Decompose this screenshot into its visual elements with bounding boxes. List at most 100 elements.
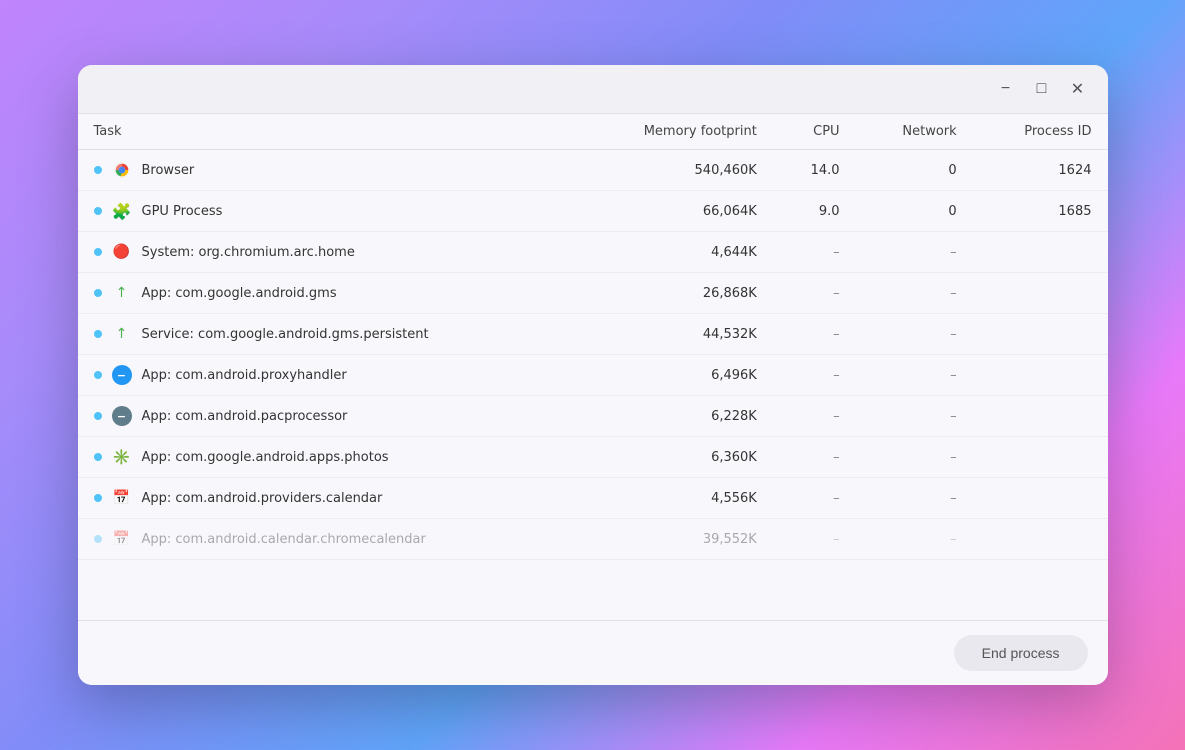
task-name: System: org.chromium.arc.home: [142, 245, 355, 260]
task-icon: 📅: [112, 488, 132, 508]
task-cell: 🔴 System: org.chromium.arc.home: [78, 232, 576, 273]
task-name: App: com.android.proxyhandler: [142, 368, 347, 383]
pid-cell: [973, 314, 1108, 355]
task-cell: ↑Service: com.google.android.gms.persist…: [78, 314, 576, 355]
status-dot: [94, 371, 102, 379]
status-dot: [94, 330, 102, 338]
status-dot: [94, 248, 102, 256]
task-cell: 🧩 GPU Process: [78, 191, 576, 232]
memory-cell: 6,360K: [576, 437, 773, 478]
column-header-memory[interactable]: Memory footprint: [576, 114, 773, 150]
task-cell: Browser: [78, 150, 576, 191]
pid-cell: 1685: [973, 191, 1108, 232]
end-process-button[interactable]: End process: [954, 635, 1088, 671]
task-icon: −: [112, 406, 132, 426]
task-icon: [112, 160, 132, 180]
column-header-task[interactable]: Task: [78, 114, 576, 150]
cpu-cell: 14.0: [773, 150, 856, 191]
status-dot: [94, 535, 102, 543]
pid-cell: [973, 478, 1108, 519]
pid-cell: 1624: [973, 150, 1108, 191]
pid-cell: [973, 396, 1108, 437]
pid-cell: [973, 519, 1108, 560]
task-icon: 🧩: [112, 201, 132, 221]
network-cell: –: [856, 519, 973, 560]
column-header-network[interactable]: Network: [856, 114, 973, 150]
memory-cell: 26,868K: [576, 273, 773, 314]
memory-cell: 4,556K: [576, 478, 773, 519]
table-row[interactable]: ↑Service: com.google.android.gms.persist…: [78, 314, 1108, 355]
maximize-button[interactable]: □: [1028, 75, 1056, 103]
task-name: Browser: [142, 163, 195, 178]
status-dot: [94, 412, 102, 420]
task-cell: ✳️ App: com.google.android.apps.photos: [78, 437, 576, 478]
task-name: GPU Process: [142, 204, 223, 219]
status-dot: [94, 289, 102, 297]
pid-cell: [973, 437, 1108, 478]
table-row[interactable]: 🔴System: org.chromium.arc.home4,644K––: [78, 232, 1108, 273]
task-icon: 📅: [112, 529, 132, 549]
minimize-button[interactable]: −: [992, 75, 1020, 103]
process-table: Task Memory footprint CPU Network Proces…: [78, 113, 1108, 560]
table-row[interactable]: ↑App: com.google.android.gms26,868K––: [78, 273, 1108, 314]
network-cell: –: [856, 232, 973, 273]
memory-cell: 6,496K: [576, 355, 773, 396]
column-header-cpu[interactable]: CPU: [773, 114, 856, 150]
pid-cell: [973, 273, 1108, 314]
network-cell: –: [856, 478, 973, 519]
task-cell: −App: com.android.pacprocessor: [78, 396, 576, 437]
task-cell: 📅 App: com.android.providers.calendar: [78, 478, 576, 519]
cpu-cell: 9.0: [773, 191, 856, 232]
cpu-cell: –: [773, 519, 856, 560]
memory-cell: 6,228K: [576, 396, 773, 437]
table-row[interactable]: Browser 540,460K14.001624: [78, 150, 1108, 191]
close-button[interactable]: ✕: [1064, 75, 1092, 103]
task-name: App: com.android.providers.calendar: [142, 491, 383, 506]
title-bar: − □ ✕: [78, 65, 1108, 113]
status-dot: [94, 453, 102, 461]
status-dot: [94, 494, 102, 502]
cpu-cell: –: [773, 437, 856, 478]
status-dot: [94, 166, 102, 174]
task-icon: ✳️: [112, 447, 132, 467]
cpu-cell: –: [773, 232, 856, 273]
task-icon: ↑: [112, 283, 132, 303]
task-name: App: com.google.android.gms: [142, 286, 337, 301]
table-container[interactable]: Task Memory footprint CPU Network Proces…: [78, 113, 1108, 620]
task-name: App: com.google.android.apps.photos: [142, 450, 389, 465]
task-cell: 📅 App: com.android.calendar.chromecalenda…: [78, 519, 576, 560]
memory-cell: 39,552K: [576, 519, 773, 560]
task-manager-window: − □ ✕ Task Memory footprint CPU Network …: [78, 65, 1108, 685]
pid-cell: [973, 355, 1108, 396]
task-icon: −: [112, 365, 132, 385]
footer: End process: [78, 620, 1108, 685]
cpu-cell: –: [773, 478, 856, 519]
table-row[interactable]: −App: com.android.pacprocessor6,228K––: [78, 396, 1108, 437]
table-row[interactable]: 🧩GPU Process66,064K9.001685: [78, 191, 1108, 232]
network-cell: 0: [856, 191, 973, 232]
table-header-row: Task Memory footprint CPU Network Proces…: [78, 114, 1108, 150]
column-header-pid[interactable]: Process ID: [973, 114, 1108, 150]
table-row[interactable]: ✳️ App: com.google.android.apps.photos 6,3…: [78, 437, 1108, 478]
task-icon: 🔴: [112, 242, 132, 262]
cpu-cell: –: [773, 273, 856, 314]
content-area: Task Memory footprint CPU Network Proces…: [78, 113, 1108, 620]
task-cell: ↑ App: com.google.android.gms: [78, 273, 576, 314]
task-name: App: com.android.calendar.chromecalendar: [142, 532, 426, 547]
network-cell: –: [856, 396, 973, 437]
cpu-cell: –: [773, 314, 856, 355]
table-row[interactable]: 📅 App: com.android.providers.calendar 4,55…: [78, 478, 1108, 519]
network-cell: 0: [856, 150, 973, 191]
memory-cell: 44,532K: [576, 314, 773, 355]
status-dot: [94, 207, 102, 215]
network-cell: –: [856, 273, 973, 314]
memory-cell: 4,644K: [576, 232, 773, 273]
memory-cell: 540,460K: [576, 150, 773, 191]
table-row[interactable]: −App: com.android.proxyhandler6,496K––: [78, 355, 1108, 396]
network-cell: –: [856, 314, 973, 355]
table-row[interactable]: 📅 App: com.android.calendar.chromecalenda…: [78, 519, 1108, 560]
network-cell: –: [856, 437, 973, 478]
task-name: App: com.android.pacprocessor: [142, 409, 348, 424]
pid-cell: [973, 232, 1108, 273]
cpu-cell: –: [773, 396, 856, 437]
